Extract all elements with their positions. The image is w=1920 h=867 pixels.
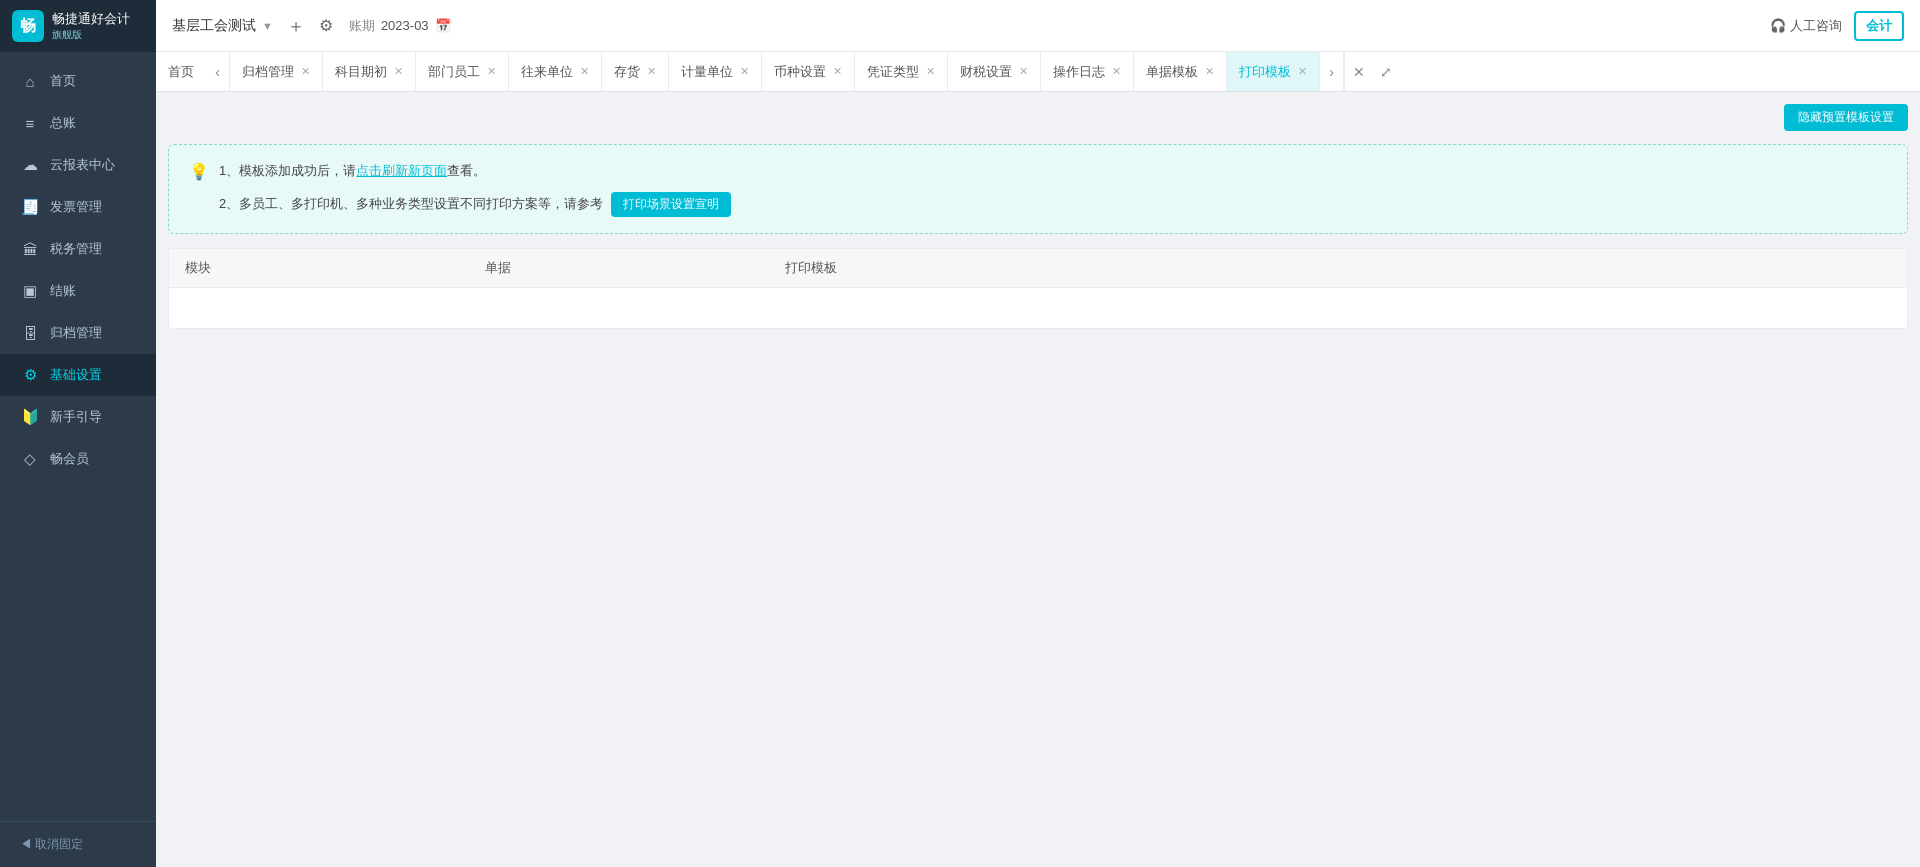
tab-print[interactable]: 打印模板 ✕ — [1227, 52, 1320, 91]
notice-line-2: 💡 2、多员工、多打印机、多种业务类型设置不同打印方案等，请参考 打印场景设置宣… — [189, 192, 1887, 217]
add-tab-button[interactable]: ＋ — [283, 14, 309, 38]
ledger-icon: ≡ — [20, 115, 40, 132]
content-area: 隐藏预置模板设置 💡 1、模板添加成功后，请点击刷新新页面查看。 💡 2、多员工… — [156, 92, 1920, 867]
sidebar-item-member[interactable]: ◇ 畅会员 — [0, 438, 156, 480]
sidebar-item-invoice[interactable]: 🧾 发票管理 — [0, 186, 156, 228]
tab-finance[interactable]: 财税设置 ✕ — [948, 52, 1041, 91]
sidebar-item-closing[interactable]: ▣ 结账 — [0, 270, 156, 312]
hide-template-button[interactable]: 隐藏预置模板设置 — [1784, 104, 1908, 131]
tab-close-slip[interactable]: ✕ — [1205, 65, 1214, 78]
tab-slip[interactable]: 单据模板 ✕ — [1134, 52, 1227, 91]
sidebar-item-archive[interactable]: 🗄 归档管理 — [0, 312, 156, 354]
guide-icon: 🔰 — [20, 408, 40, 426]
sidebar-item-tax[interactable]: 🏛 税务管理 — [0, 228, 156, 270]
kuaiji-button[interactable]: 会计 — [1854, 11, 1904, 41]
col-header-print: 打印模板 — [769, 249, 1907, 287]
tabbar: 首页 ‹ 归档管理 ✕ 科目期初 ✕ 部门员工 ✕ 往来单位 ✕ 存货 ✕ 计量… — [156, 52, 1920, 92]
sidebar: 畅 畅捷通好会计 旗舰版 ⌂ 首页 ≡ 总账 ☁ 云报表中心 🧾 发票管理 🏛 … — [0, 0, 156, 867]
sidebar-logo: 畅 畅捷通好会计 旗舰版 — [0, 0, 156, 52]
tax-icon: 🏛 — [20, 241, 40, 258]
company-arrow-icon: ▼ — [262, 20, 273, 32]
col-header-slip: 单据 — [469, 249, 769, 287]
settings-button[interactable]: ⚙ — [319, 16, 333, 35]
headset-icon: 🎧 — [1770, 18, 1786, 33]
customer-service-button[interactable]: 🎧 人工咨询 — [1770, 17, 1842, 35]
logo-text: 畅捷通好会计 旗舰版 — [52, 11, 130, 41]
tab-subject[interactable]: 科目期初 ✕ — [323, 52, 416, 91]
table-body — [169, 288, 1907, 328]
tab-close-inventory[interactable]: ✕ — [647, 65, 656, 78]
tab-close-voucher[interactable]: ✕ — [926, 65, 935, 78]
sidebar-item-guide[interactable]: 🔰 新手引导 — [0, 396, 156, 438]
sidebar-nav: ⌂ 首页 ≡ 总账 ☁ 云报表中心 🧾 发票管理 🏛 税务管理 ▣ 结账 🗄 归… — [0, 52, 156, 821]
notice-text-2: 2、多员工、多打印机、多种业务类型设置不同打印方案等，请参考 打印场景设置宣明 — [219, 192, 731, 217]
tab-oplog[interactable]: 操作日志 ✕ — [1041, 52, 1134, 91]
archive-icon: 🗄 — [20, 325, 40, 342]
tab-dept[interactable]: 部门员工 ✕ — [416, 52, 509, 91]
unpin-button[interactable]: ◀ 取消固定 — [0, 821, 156, 867]
tab-close-subject[interactable]: ✕ — [394, 65, 403, 78]
tab-inventory[interactable]: 存货 ✕ — [602, 52, 669, 91]
col-header-module: 模块 — [169, 249, 469, 287]
period-value: 2023-03 — [381, 18, 429, 33]
tab-currency[interactable]: 币种设置 ✕ — [762, 52, 855, 91]
tab-unit[interactable]: 计量单位 ✕ — [669, 52, 762, 91]
table-header: 模块 单据 打印模板 — [169, 249, 1907, 288]
tab-partner[interactable]: 往来单位 ✕ — [509, 52, 602, 91]
settings-icon: ⚙ — [20, 366, 40, 384]
print-scene-button[interactable]: 打印场景设置宣明 — [611, 192, 731, 217]
invoice-icon: 🧾 — [20, 198, 40, 216]
tab-close-unit[interactable]: ✕ — [740, 65, 749, 78]
data-table: 模块 单据 打印模板 — [168, 248, 1908, 329]
period-selector: 账期 2023-03 📅 — [349, 17, 451, 35]
tab-archive[interactable]: 归档管理 ✕ — [230, 52, 323, 91]
tab-voucher[interactable]: 凭证类型 ✕ — [855, 52, 948, 91]
tab-close-print[interactable]: ✕ — [1298, 65, 1307, 78]
tab-close-finance[interactable]: ✕ — [1019, 65, 1028, 78]
tab-close-oplog[interactable]: ✕ — [1112, 65, 1121, 78]
sidebar-item-reports[interactable]: ☁ 云报表中心 — [0, 144, 156, 186]
home-icon: ⌂ — [20, 73, 40, 90]
topbar: 基层工会测试 ▼ ＋ ⚙ 账期 2023-03 📅 🎧 人工咨询 会计 — [156, 0, 1920, 52]
refresh-link[interactable]: 点击刷新新页面 — [356, 163, 447, 178]
sidebar-item-home[interactable]: ⌂ 首页 — [0, 60, 156, 102]
notice-line-1: 💡 1、模板添加成功后，请点击刷新新页面查看。 — [189, 161, 1887, 182]
tab-nav-right[interactable]: › — [1320, 52, 1344, 91]
closing-icon: ▣ — [20, 282, 40, 300]
logo-icon: 畅 — [12, 10, 44, 42]
tab-close-currency[interactable]: ✕ — [833, 65, 842, 78]
bulb-icon: 💡 — [189, 162, 209, 181]
member-icon: ◇ — [20, 450, 40, 468]
company-name: 基层工会测试 — [172, 17, 256, 35]
main-area: 基层工会测试 ▼ ＋ ⚙ 账期 2023-03 📅 🎧 人工咨询 会计 首页 ‹… — [156, 0, 1920, 867]
topbar-right: 🎧 人工咨询 会计 — [1770, 11, 1904, 41]
tab-close-archive[interactable]: ✕ — [301, 65, 310, 78]
reports-icon: ☁ — [20, 156, 40, 174]
tab-expand-button[interactable]: ⤢ — [1372, 52, 1400, 91]
tab-close-partner[interactable]: ✕ — [580, 65, 589, 78]
notice-box: 💡 1、模板添加成功后，请点击刷新新页面查看。 💡 2、多员工、多打印机、多种业… — [168, 144, 1908, 234]
notice-text-1: 1、模板添加成功后，请点击刷新新页面查看。 — [219, 161, 486, 182]
tab-close-dept[interactable]: ✕ — [487, 65, 496, 78]
tab-home[interactable]: 首页 — [156, 52, 206, 91]
company-selector[interactable]: 基层工会测试 ▼ — [172, 17, 273, 35]
unpin-label: ◀ 取消固定 — [20, 836, 83, 853]
calendar-icon[interactable]: 📅 — [435, 18, 451, 33]
tab-close-all-button[interactable]: ✕ — [1344, 52, 1372, 91]
sidebar-item-ledger[interactable]: ≡ 总账 — [0, 102, 156, 144]
period-label: 账期 — [349, 17, 375, 35]
tab-nav-left[interactable]: ‹ — [206, 52, 230, 91]
sidebar-item-settings[interactable]: ⚙ 基础设置 — [0, 354, 156, 396]
